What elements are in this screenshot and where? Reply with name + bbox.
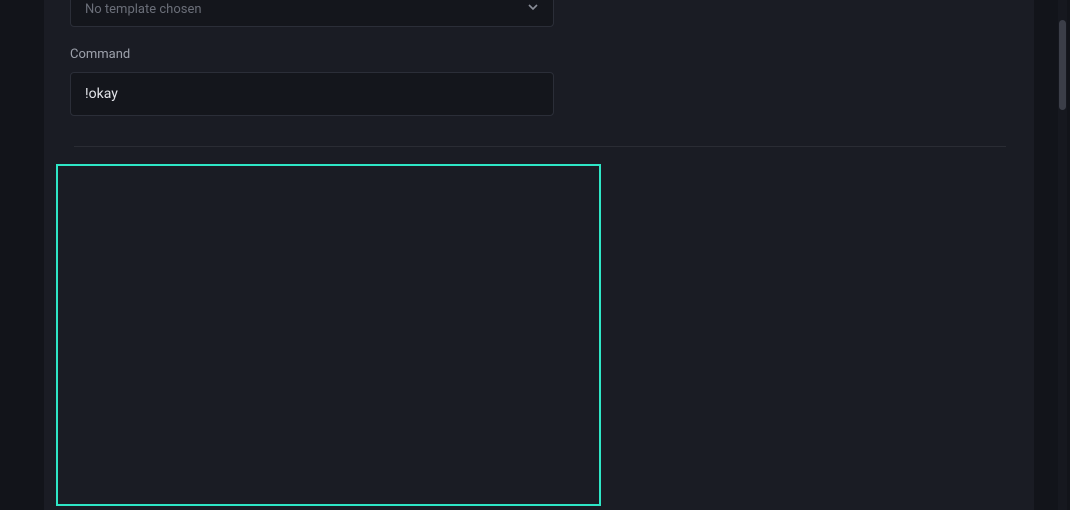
template-placeholder: No template chosen [85,2,202,17]
character-counter: 30 / 2000 [70,476,554,490]
chevron-up-icon [526,233,538,249]
action-dropdown: Bot sends in channel Bot responds with B… [70,276,554,446]
crown-icon: 👑 [184,374,203,389]
dropdown-item-label: Bot gives roles [89,374,174,389]
crown-icon: 👑 [203,414,222,429]
chevron-down-icon [527,1,539,17]
scrollbar-track[interactable] [1058,0,1067,510]
dropdown-item-gives-roles[interactable]: Bot gives roles 👑 [75,361,549,401]
command-label: Command [70,47,130,62]
command-value: !okay [85,86,118,102]
action-select[interactable]: Bot sends in channel [70,216,554,266]
command-input[interactable]: !okay [70,72,554,116]
dropdown-item-removes-roles[interactable]: Bot removes roles 👑 [75,401,549,441]
dropdown-item-responds-with[interactable]: Bot responds with [75,321,549,361]
template-select[interactable]: No template chosen [70,0,554,27]
dropdown-item-label: Bot responds with [89,334,193,349]
section-divider [74,146,1006,147]
action-selected-value: Bot sends in channel [86,233,215,249]
dropdown-item-sends-in-channel[interactable]: Bot sends in channel [75,281,549,321]
action-label: Action [70,175,114,193]
dropdown-item-label: Bot removes roles [89,414,193,429]
settings-panel: No template chosen Command !okay Action … [44,0,1034,510]
dropdown-item-label: Bot sends in channel [89,294,209,309]
scrollbar-thumb[interactable] [1059,20,1066,110]
